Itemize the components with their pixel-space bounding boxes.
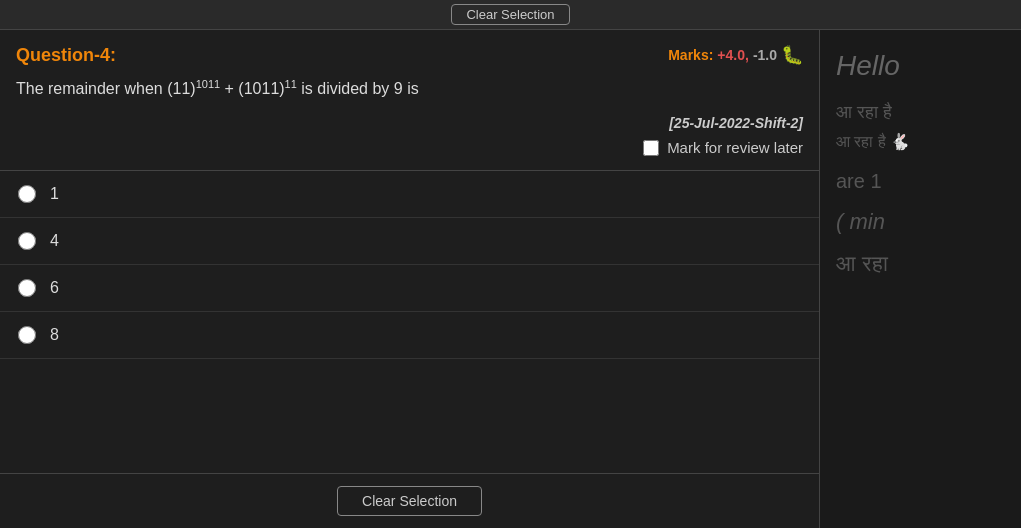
annotation-are1: are 1 bbox=[836, 170, 1005, 193]
annotation-last: आ रहा bbox=[836, 251, 1005, 277]
marks-label: Marks: bbox=[668, 47, 713, 63]
option-label-4: 4 bbox=[50, 232, 59, 250]
annotation-hello: Hello bbox=[836, 50, 1005, 82]
question-meta: [25-Jul-2022-Shift-2] Mark for review la… bbox=[16, 109, 803, 162]
bug-icon: 🐛 bbox=[781, 44, 803, 66]
annotation-min: ( min bbox=[836, 209, 1005, 235]
option-label-8: 8 bbox=[50, 326, 59, 344]
annotation-hindi-line1: आ रहा है आ रहा है 🐇 bbox=[836, 98, 1005, 154]
mark-review-row: Mark for review later bbox=[643, 139, 803, 156]
clear-selection-top-button[interactable]: Clear Selection bbox=[451, 4, 569, 25]
option-radio-4[interactable] bbox=[18, 232, 36, 250]
clear-selection-button[interactable]: Clear Selection bbox=[337, 486, 482, 516]
main-container: Question-4: Marks: +4.0, -1.0 🐛 The rema… bbox=[0, 30, 1021, 528]
footer-bar: Clear Selection bbox=[0, 473, 819, 528]
options-list: 1 4 6 8 bbox=[0, 171, 819, 473]
option-radio-6[interactable] bbox=[18, 279, 36, 297]
option-radio-1[interactable] bbox=[18, 185, 36, 203]
option-label-6: 6 bbox=[50, 279, 59, 297]
annotations-panel: Hello आ रहा है आ रहा है 🐇 are 1 ( min आ … bbox=[820, 30, 1021, 528]
option-item-8[interactable]: 8 bbox=[0, 312, 819, 359]
option-item-6[interactable]: 6 bbox=[0, 265, 819, 312]
annotation-sub: आ रहा है 🐇 bbox=[836, 129, 1005, 155]
question-title: Question-4: bbox=[16, 45, 116, 66]
mark-review-label: Mark for review later bbox=[667, 139, 803, 156]
marks-negative: -1.0 bbox=[753, 47, 777, 63]
option-item-1[interactable]: 1 bbox=[0, 171, 819, 218]
option-item-4[interactable]: 4 bbox=[0, 218, 819, 265]
option-radio-8[interactable] bbox=[18, 326, 36, 344]
question-title-row: Question-4: Marks: +4.0, -1.0 🐛 bbox=[16, 44, 803, 66]
top-bar: Clear Selection bbox=[0, 0, 1021, 30]
mark-review-checkbox[interactable] bbox=[643, 140, 659, 156]
question-header: Question-4: Marks: +4.0, -1.0 🐛 The rema… bbox=[0, 30, 819, 171]
annotation-line1: आ रहा है bbox=[836, 98, 1005, 127]
option-label-1: 1 bbox=[50, 185, 59, 203]
question-panel: Question-4: Marks: +4.0, -1.0 🐛 The rema… bbox=[0, 30, 820, 528]
marks-badge: Marks: +4.0, -1.0 🐛 bbox=[668, 44, 803, 66]
shift-label: [25-Jul-2022-Shift-2] bbox=[669, 115, 803, 131]
question-text: The remainder when (11)1011 + (1011)11 i… bbox=[16, 76, 803, 101]
marks-positive: +4.0, bbox=[717, 47, 749, 63]
